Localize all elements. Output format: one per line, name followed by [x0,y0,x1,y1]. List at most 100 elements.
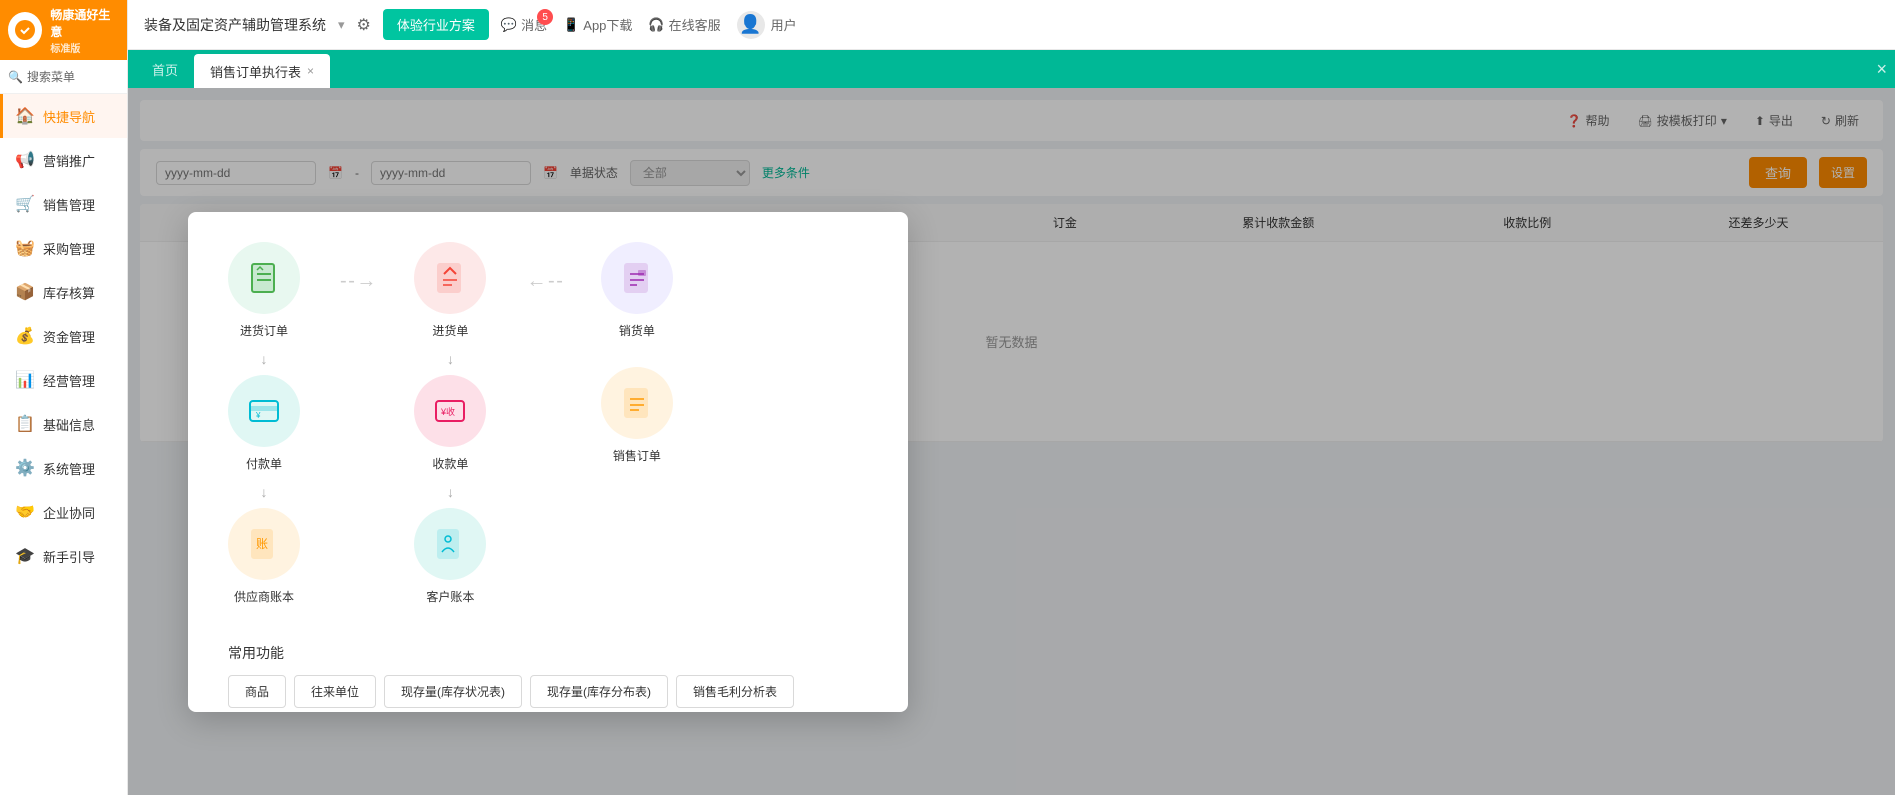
avatar: 👤 [737,11,765,39]
svg-text:账: 账 [256,537,268,551]
svg-text:¥: ¥ [255,411,261,420]
app-download-label: App下载 [583,15,632,34]
arrow-right-1: - - → [340,242,374,293]
sidebar-item-basic[interactable]: 📋 基础信息 [0,402,127,446]
tab-home[interactable]: 首页 [136,50,194,88]
customer-ledger-label: 客户账本 [426,588,474,605]
sidebar-item-marketing[interactable]: 📢 营销推广 [0,138,127,182]
sales-order-label: 销售订单 [613,447,661,464]
sidebar-item-system[interactable]: ⚙️ 系统管理 [0,446,127,490]
phone-icon: 📱 [563,17,579,33]
sidebar-item-operation[interactable]: 📊 经营管理 [0,358,127,402]
sidebar-item-inventory[interactable]: 📦 库存核算 [0,270,127,314]
func-btn-partner[interactable]: 往来单位 [294,675,376,708]
supplier-ledger-circle: 账 [228,508,300,580]
main-content: 装备及固定资产辅助管理系统 ▾ ⚙ 体验行业方案 💬 消息 5 📱 App下载 … [128,0,1895,795]
content-area: ❓ 帮助 🖨 按模板打印 ▾ ⬆ 导出 ↻ 刷新 [128,88,1895,795]
flow-col-sales: 销货单 [601,242,673,472]
payment-label: 付款单 [246,455,282,472]
flow-item-supplier-ledger[interactable]: 账 供应商账本 [228,508,300,613]
sidebar: 畅康通好生意 标准版 🔍 搜索菜单 🏠 快捷导航 📢 营销推广 🛒 销售管理 🧺 [0,0,128,795]
sidebar-item-label: 经营管理 [43,371,95,390]
receipt-label: 收款单 [432,455,468,472]
sidebar-item-label: 企业协同 [43,503,95,522]
logo-icon [8,12,42,48]
arrow-down-2: ↓ [261,484,268,500]
tab-home-label: 首页 [152,60,178,79]
tabs-close-all[interactable]: × [1876,59,1887,80]
topbar: 装备及固定资产辅助管理系统 ▾ ⚙ 体验行业方案 💬 消息 5 📱 App下载 … [128,0,1895,50]
topbar-right: 💬 消息 5 📱 App下载 🎧 在线客服 👤 用户 [501,11,797,39]
collab-icon: 🤝 [15,502,35,522]
flow-item-customer-ledger[interactable]: 客户账本 [414,508,486,613]
flow-diagram: 进货订单 ↓ ¥ [228,242,868,613]
quick-modal-body: 进货订单 ↓ ¥ [188,212,908,712]
purchase-order-label: 进货订单 [240,322,288,339]
sidebar-item-quick[interactable]: 🏠 快捷导航 [0,94,127,138]
message-icon: 💬 [501,17,517,33]
online-service[interactable]: 🎧 在线客服 [648,15,720,34]
sales-bill-label: 销货单 [619,322,655,339]
tab-close-icon[interactable]: × [307,64,314,78]
sales-bill-circle [601,242,673,314]
user-area[interactable]: 👤 用户 [737,11,797,39]
search-label: 搜索菜单 [27,68,75,85]
receipt-circle: ¥收 [414,375,486,447]
online-service-label: 在线客服 [669,15,721,34]
sidebar-nav: 🏠 快捷导航 📢 营销推广 🛒 销售管理 🧺 采购管理 📦 库存核算 💰 [0,94,127,795]
func-buttons: 商品 往来单位 现存量(库存状况表) 现存量(库存分布表) 销售毛利分析表 商品… [228,675,868,712]
sales-order-circle [601,367,673,439]
inventory-icon: 📦 [15,282,35,302]
flow-col-purchase: 进货订单 ↓ ¥ [228,242,300,613]
func-btn-goods[interactable]: 商品 [228,675,286,708]
flow-item-sales-order[interactable]: 销售订单 [601,367,673,472]
dropdown-icon[interactable]: ▾ [338,17,345,33]
tab-sales-order-exec[interactable]: 销售订单执行表 × [194,54,330,88]
sidebar-item-label: 营销推广 [43,151,95,170]
finance-icon: 💰 [15,326,35,346]
flow-item-sales-bill[interactable]: 销货单 [601,242,673,347]
flow-item-purchase-order[interactable]: 进货订单 [228,242,300,347]
sidebar-item-label: 资金管理 [43,327,95,346]
purchase-order-circle [228,242,300,314]
arrow-down-1: ↓ [261,351,268,367]
func-btn-stock-dist[interactable]: 现存量(库存分布表) [530,675,668,708]
flow-col-purchase-bill: 进货单 ↓ ¥收 [414,242,486,613]
settings-icon[interactable]: ⚙ [357,15,371,35]
sidebar-item-label: 新手引导 [43,547,95,566]
purchase-icon: 🧺 [15,238,35,258]
sidebar-item-newbie[interactable]: 🎓 新手引导 [0,534,127,578]
sales-icon: 🛒 [15,194,35,214]
sidebar-item-label: 库存核算 [43,283,95,302]
trial-button[interactable]: 体验行业方案 [383,9,489,40]
sidebar-item-label: 销售管理 [43,195,95,214]
payment-circle: ¥ [228,375,300,447]
sidebar-item-finance[interactable]: 💰 资金管理 [0,314,127,358]
basic-icon: 📋 [15,414,35,434]
svg-text:¥收: ¥收 [440,406,455,417]
customer-ledger-circle [414,508,486,580]
message-count: 5 [537,9,553,25]
sidebar-item-label: 系统管理 [43,459,95,478]
logo-sub: 标准版 [50,40,119,55]
flow-item-purchase-bill[interactable]: 进货单 [414,242,486,347]
marketing-icon: 📢 [15,150,35,170]
search-icon: 🔍 [8,70,23,84]
common-funcs: 常用功能 商品 往来单位 现存量(库存状况表) 现存量(库存分布表) 销售毛利分… [228,643,868,712]
sidebar-item-purchase[interactable]: 🧺 采购管理 [0,226,127,270]
sidebar-item-label: 快捷导航 [43,107,95,126]
sidebar-item-label: 基础信息 [43,415,95,434]
system-icon: ⚙️ [15,458,35,478]
flow-item-payment[interactable]: ¥ 付款单 [228,375,300,480]
func-btn-stock-status[interactable]: 现存量(库存状况表) [384,675,522,708]
func-btn-sales-profit[interactable]: 销售毛利分析表 [676,675,794,708]
app-download[interactable]: 📱 App下载 [563,15,632,34]
newbie-icon: 🎓 [15,546,35,566]
sidebar-item-sales[interactable]: 🛒 销售管理 [0,182,127,226]
modal-overlay: 进货订单 ↓ ¥ [128,88,1895,795]
message-badge[interactable]: 💬 消息 5 [501,15,547,34]
sidebar-search[interactable]: 🔍 搜索菜单 [0,60,127,94]
sidebar-item-collab[interactable]: 🤝 企业协同 [0,490,127,534]
arrow-left-1: ← - - [526,242,560,293]
flow-item-receipt[interactable]: ¥收 收款单 [414,375,486,480]
